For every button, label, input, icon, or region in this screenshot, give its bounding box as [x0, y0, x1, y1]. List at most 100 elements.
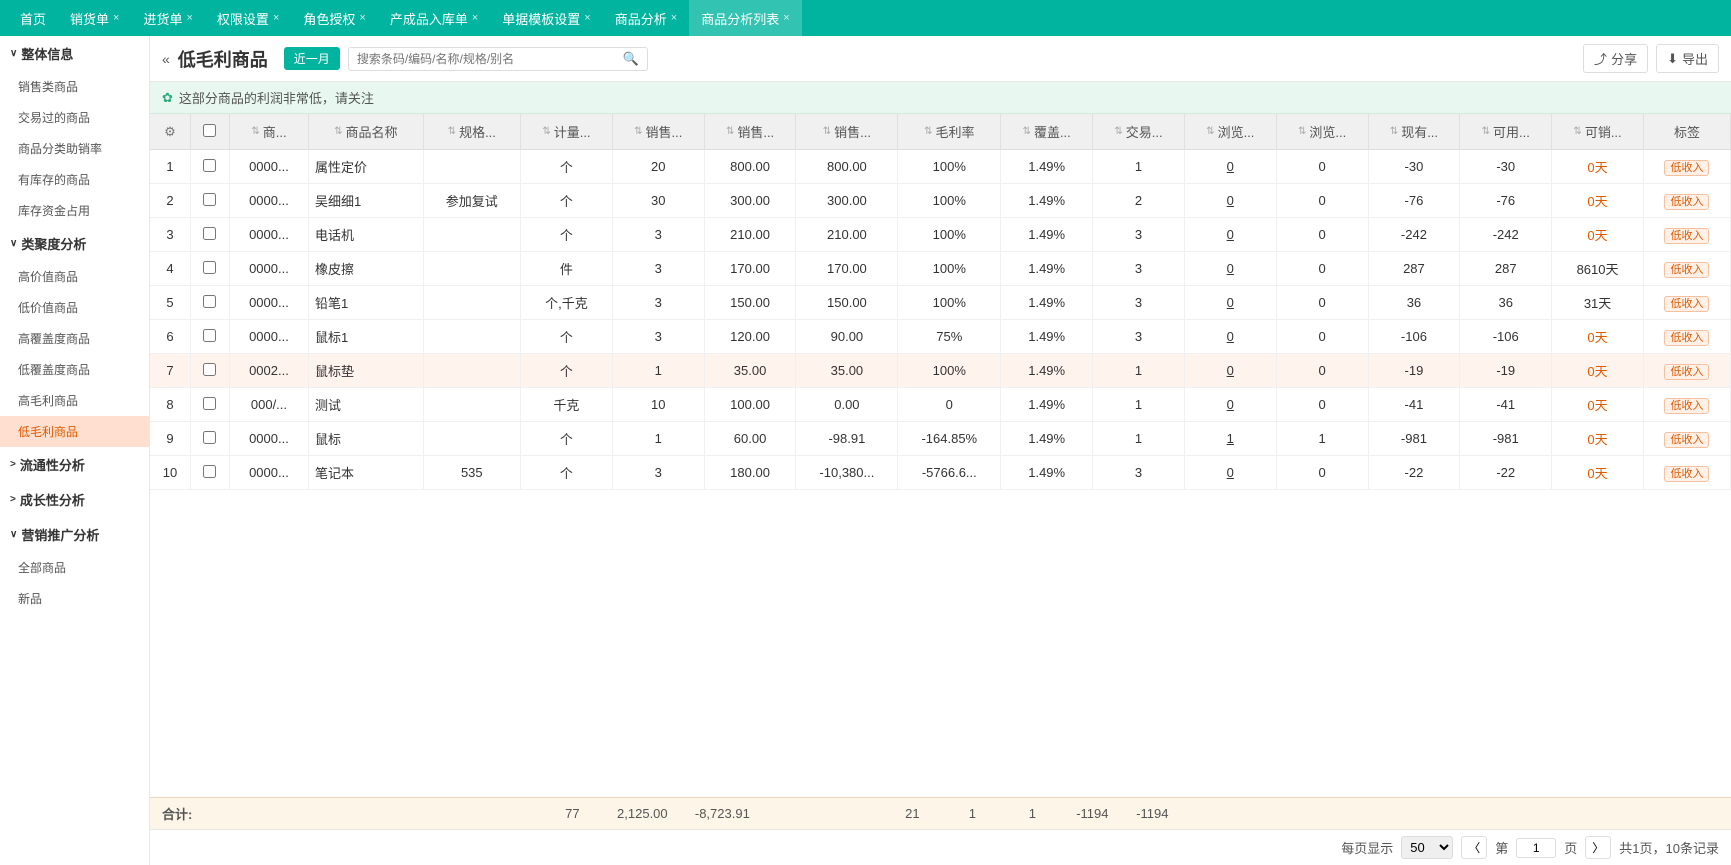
col-code[interactable]: ⇅商... — [229, 114, 308, 150]
nav-template-close[interactable]: × — [584, 12, 590, 24]
col-unit[interactable]: ⇅计量... — [521, 114, 613, 150]
sidebar-item-low-coverage[interactable]: 低覆盖度商品 — [0, 354, 149, 385]
row-browse1-8[interactable]: 1 — [1184, 422, 1276, 456]
row-browse1-6[interactable]: 0 — [1184, 354, 1276, 388]
col-trade[interactable]: ⇅交易... — [1093, 114, 1185, 150]
next-page-btn[interactable]: 〉 — [1585, 836, 1611, 859]
row-tag-8[interactable]: 低收入 — [1643, 422, 1730, 456]
row-select-6[interactable] — [203, 363, 216, 376]
row-checkbox-4[interactable] — [190, 286, 229, 320]
nav-product-analysis-list[interactable]: 商品分析列表 × — [689, 0, 801, 36]
nav-permissions[interactable]: 权限设置 × — [205, 0, 291, 36]
row-checkbox-6[interactable] — [190, 354, 229, 388]
row-tag-1[interactable]: 低收入 — [1643, 184, 1730, 218]
nav-product-analysis-close[interactable]: × — [671, 12, 677, 24]
prev-page-btn[interactable]: 〈 — [1461, 836, 1487, 859]
row-tag-6[interactable]: 低收入 — [1643, 354, 1730, 388]
export-btn[interactable]: ⬇ 导出 — [1656, 44, 1719, 73]
nav-product-analysis[interactable]: 商品分析 × — [603, 0, 689, 36]
sidebar-item-sales-goods[interactable]: 销售类商品 — [0, 71, 149, 102]
browse1-link-9[interactable]: 0 — [1227, 465, 1234, 480]
row-checkbox-2[interactable] — [190, 218, 229, 252]
row-checkbox-1[interactable] — [190, 184, 229, 218]
row-checkbox-3[interactable] — [190, 252, 229, 286]
row-browse1-4[interactable]: 0 — [1184, 286, 1276, 320]
nav-purchase[interactable]: 进货单 × — [131, 0, 204, 36]
search-input[interactable] — [357, 52, 623, 66]
sidebar-item-inventory-capital[interactable]: 库存资金占用 — [0, 195, 149, 226]
col-gross-rate[interactable]: ⇅毛利率 — [898, 114, 1001, 150]
row-tag-4[interactable]: 低收入 — [1643, 286, 1730, 320]
row-browse1-0[interactable]: 0 — [1184, 150, 1276, 184]
nav-home[interactable]: 首页 — [8, 0, 58, 36]
sidebar-item-traded-goods[interactable]: 交易过的商品 — [0, 102, 149, 133]
browse1-link-7[interactable]: 0 — [1227, 397, 1234, 412]
row-browse1-2[interactable]: 0 — [1184, 218, 1276, 252]
select-all-checkbox[interactable] — [203, 124, 216, 137]
sidebar-item-all-goods[interactable]: 全部商品 — [0, 552, 149, 583]
sidebar-item-high-margin[interactable]: 高毛利商品 — [0, 385, 149, 416]
share-btn[interactable]: ⤴ 分享 — [1583, 44, 1648, 73]
nav-template[interactable]: 单据模板设置 × — [490, 0, 602, 36]
row-tag-2[interactable]: 低收入 — [1643, 218, 1730, 252]
nav-sales-close[interactable]: × — [113, 12, 119, 24]
row-select-5[interactable] — [203, 329, 216, 342]
col-sales-amount[interactable]: ⇅销售... — [796, 114, 898, 150]
browse1-link-2[interactable]: 0 — [1227, 227, 1234, 242]
row-browse1-9[interactable]: 0 — [1184, 456, 1276, 490]
sidebar-collapse-btn[interactable]: « — [162, 51, 170, 67]
per-page-select[interactable]: 50 20 100 — [1401, 836, 1453, 859]
sidebar-group-circulation[interactable]: > 流通性分析 — [0, 447, 149, 482]
row-tag-7[interactable]: 低收入 — [1643, 388, 1730, 422]
browse1-link-5[interactable]: 0 — [1227, 329, 1234, 344]
sidebar-item-stocked-goods[interactable]: 有库存的商品 — [0, 164, 149, 195]
nav-product-analysis-list-close[interactable]: × — [783, 12, 789, 24]
row-browse1-1[interactable]: 0 — [1184, 184, 1276, 218]
search-icon[interactable]: 🔍 — [623, 51, 639, 67]
browse1-link-0[interactable]: 0 — [1227, 159, 1234, 174]
nav-purchase-close[interactable]: × — [186, 12, 192, 24]
browse1-link-8[interactable]: 1 — [1227, 431, 1234, 446]
row-browse1-3[interactable]: 0 — [1184, 252, 1276, 286]
col-sales-price[interactable]: ⇅销售... — [704, 114, 796, 150]
nav-roles-close[interactable]: × — [359, 12, 365, 24]
col-current[interactable]: ⇅现有... — [1368, 114, 1460, 150]
row-tag-5[interactable]: 低收入 — [1643, 320, 1730, 354]
row-select-9[interactable] — [203, 465, 216, 478]
col-saleable[interactable]: ⇅可销... — [1552, 114, 1644, 150]
sidebar-item-high-value[interactable]: 高价值商品 — [0, 261, 149, 292]
row-select-1[interactable] — [203, 193, 216, 206]
sidebar-item-low-margin[interactable]: 低毛利商品 — [0, 416, 149, 447]
browse1-link-6[interactable]: 0 — [1227, 363, 1234, 378]
sidebar-group-marketing[interactable]: ∨ 营销推广分析 — [0, 517, 149, 552]
col-spec[interactable]: ⇅规格... — [423, 114, 520, 150]
col-available[interactable]: ⇅可用... — [1460, 114, 1552, 150]
sidebar-item-low-value[interactable]: 低价值商品 — [0, 292, 149, 323]
col-settings[interactable]: ⚙ — [150, 114, 190, 150]
row-checkbox-9[interactable] — [190, 456, 229, 490]
col-cover-rate[interactable]: ⇅覆盖... — [1001, 114, 1093, 150]
row-checkbox-0[interactable] — [190, 150, 229, 184]
row-select-8[interactable] — [203, 431, 216, 444]
row-select-4[interactable] — [203, 295, 216, 308]
col-name[interactable]: ⇅商品名称 — [309, 114, 424, 150]
sidebar-group-overall[interactable]: ∨ 整体信息 — [0, 36, 149, 71]
col-browse2[interactable]: ⇅浏览... — [1276, 114, 1368, 150]
row-browse1-5[interactable]: 0 — [1184, 320, 1276, 354]
col-tag[interactable]: 标签 — [1643, 114, 1730, 150]
col-browse1[interactable]: ⇅浏览... — [1184, 114, 1276, 150]
row-browse1-7[interactable]: 0 — [1184, 388, 1276, 422]
row-checkbox-8[interactable] — [190, 422, 229, 456]
row-checkbox-7[interactable] — [190, 388, 229, 422]
nav-roles[interactable]: 角色授权 × — [291, 0, 377, 36]
sidebar-item-new-goods[interactable]: 新品 — [0, 583, 149, 614]
sidebar-item-high-coverage[interactable]: 高覆盖度商品 — [0, 323, 149, 354]
row-select-0[interactable] — [203, 159, 216, 172]
row-select-3[interactable] — [203, 261, 216, 274]
nav-sales[interactable]: 销货单 × — [58, 0, 131, 36]
col-sales-qty[interactable]: ⇅销售... — [612, 114, 704, 150]
row-tag-3[interactable]: 低收入 — [1643, 252, 1730, 286]
row-tag-0[interactable]: 低收入 — [1643, 150, 1730, 184]
row-select-7[interactable] — [203, 397, 216, 410]
nav-product-entry-close[interactable]: × — [472, 12, 478, 24]
